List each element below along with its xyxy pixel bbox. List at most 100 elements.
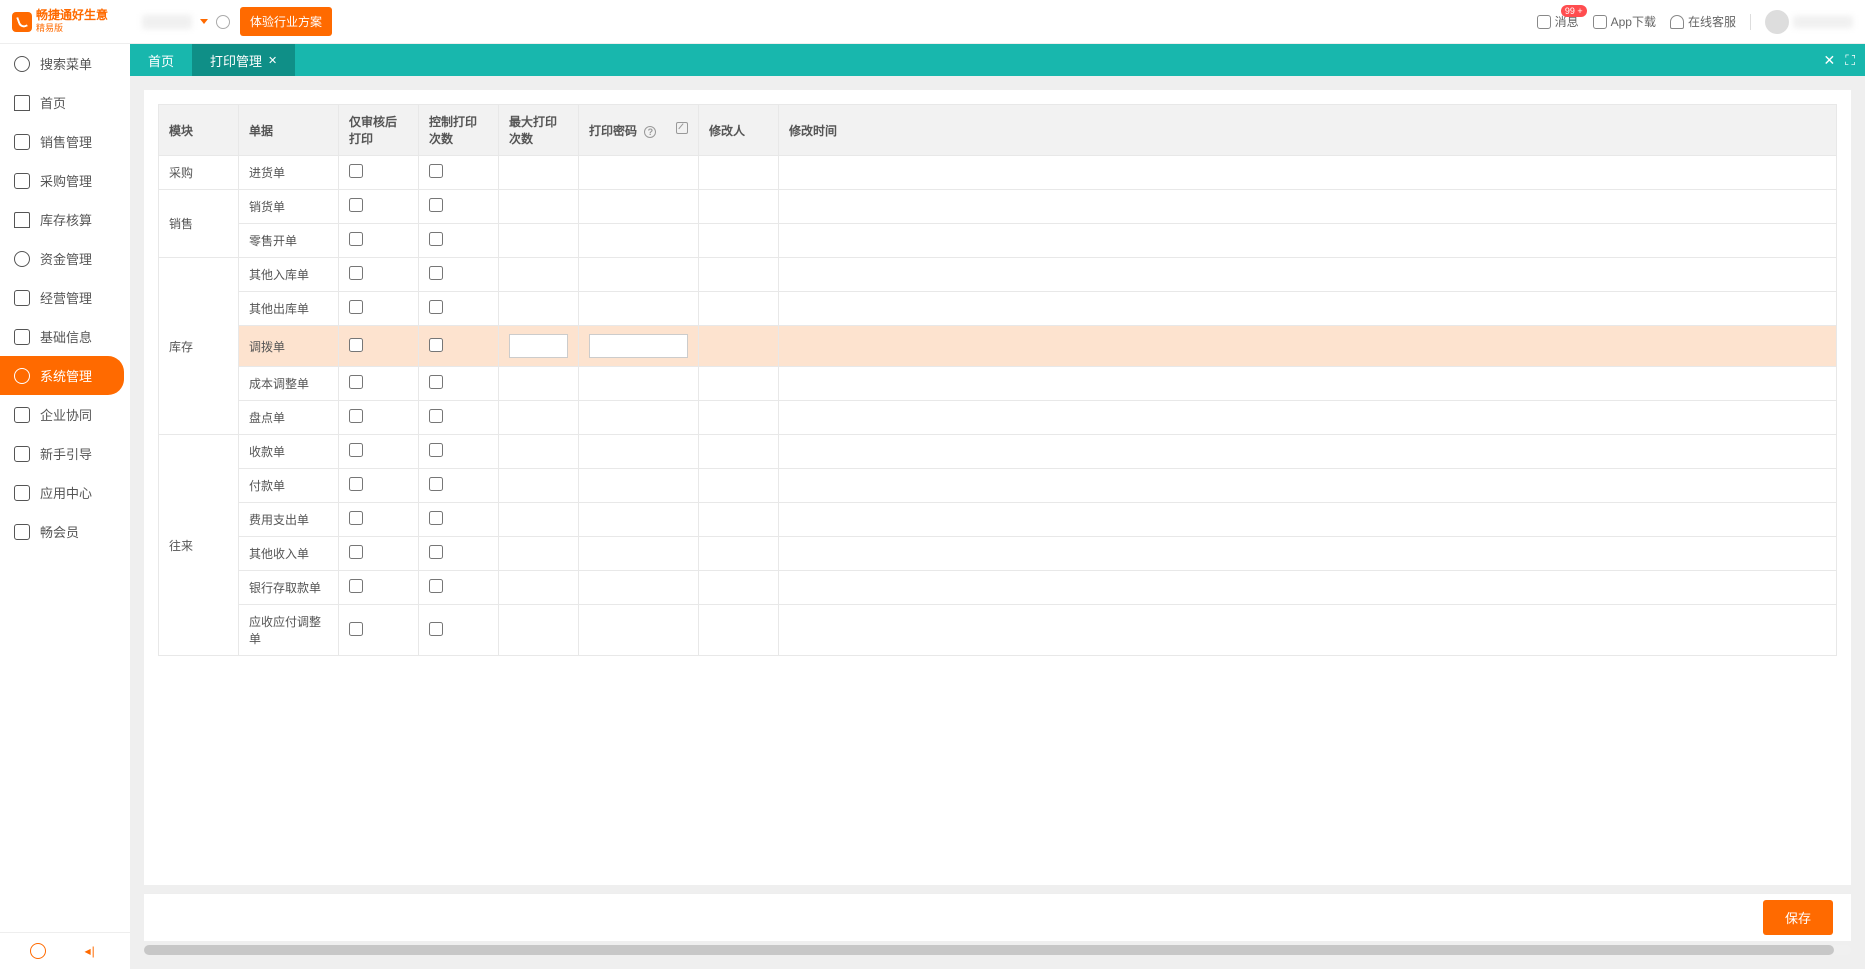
- logo[interactable]: 畅捷通好生意 精易版: [12, 9, 132, 34]
- control-count-checkbox[interactable]: [429, 579, 443, 593]
- online-service-button[interactable]: 在线客服: [1670, 13, 1736, 30]
- help-icon[interactable]: ?: [644, 126, 656, 138]
- control-count-checkbox[interactable]: [429, 232, 443, 246]
- cell-doc: 其他收入单: [239, 537, 339, 571]
- approved-only-checkbox[interactable]: [349, 198, 363, 212]
- app-download-label: App下载: [1611, 13, 1656, 30]
- cell-password: [579, 537, 699, 571]
- th-max-count: 最大打印次数: [499, 105, 579, 156]
- fullscreen-icon[interactable]: ⛶: [1845, 52, 1855, 69]
- separator: [1750, 14, 1751, 30]
- cell-modify-time: [779, 258, 1837, 292]
- cell-doc: 零售开单: [239, 224, 339, 258]
- sidebar-item-1[interactable]: 首页: [0, 83, 130, 122]
- sidebar-item-2[interactable]: 销售管理: [0, 122, 130, 161]
- control-count-checkbox[interactable]: [429, 164, 443, 178]
- control-count-checkbox[interactable]: [429, 198, 443, 212]
- control-count-checkbox[interactable]: [429, 443, 443, 457]
- control-count-checkbox[interactable]: [429, 375, 443, 389]
- user-name: [1793, 16, 1853, 28]
- sidebar-item-6[interactable]: 经营管理: [0, 278, 130, 317]
- sidebar-item-5[interactable]: 资金管理: [0, 239, 130, 278]
- approved-only-checkbox[interactable]: [349, 266, 363, 280]
- tab-1[interactable]: 打印管理✕: [192, 44, 295, 76]
- approved-only-checkbox[interactable]: [349, 375, 363, 389]
- cell-modify-time: [779, 326, 1837, 367]
- control-count-checkbox[interactable]: [429, 409, 443, 423]
- cell-max-count: [499, 258, 579, 292]
- control-count-checkbox[interactable]: [429, 511, 443, 525]
- cell-password: [579, 258, 699, 292]
- table-row: 库存其他入库单: [159, 258, 1837, 292]
- cell-modify-time: [779, 292, 1837, 326]
- approved-only-checkbox[interactable]: [349, 511, 363, 525]
- approved-only-checkbox[interactable]: [349, 232, 363, 246]
- sidebar-item-4[interactable]: 库存核算: [0, 200, 130, 239]
- control-count-checkbox[interactable]: [429, 266, 443, 280]
- cell-doc: 成本调整单: [239, 367, 339, 401]
- approved-only-checkbox[interactable]: [349, 579, 363, 593]
- max-count-input[interactable]: [509, 334, 568, 358]
- control-count-checkbox[interactable]: [429, 622, 443, 636]
- user-menu[interactable]: [1765, 10, 1853, 34]
- password-input[interactable]: [589, 334, 688, 358]
- messages-badge: 99 +: [1561, 5, 1587, 17]
- edit-icon[interactable]: [676, 122, 688, 134]
- sidebar-item-label: 资金管理: [40, 249, 92, 268]
- cell-doc: 销货单: [239, 190, 339, 224]
- cell-max-count: [499, 503, 579, 537]
- horizontal-scrollbar[interactable]: [144, 945, 1851, 955]
- close-icon[interactable]: ✕: [268, 54, 277, 67]
- cell-approved-only: [339, 258, 419, 292]
- control-count-checkbox[interactable]: [429, 338, 443, 352]
- approved-only-checkbox[interactable]: [349, 477, 363, 491]
- industry-plan-button[interactable]: 体验行业方案: [240, 7, 332, 36]
- sidebar-item-7[interactable]: 基础信息: [0, 317, 130, 356]
- sidebar-item-label: 系统管理: [40, 366, 92, 385]
- cell-approved-only: [339, 401, 419, 435]
- cell-modifier: [699, 503, 779, 537]
- collapse-sidebar-icon[interactable]: [85, 943, 101, 959]
- cell-approved-only: [339, 367, 419, 401]
- cell-modifier: [699, 292, 779, 326]
- app-download-button[interactable]: App下载: [1593, 13, 1656, 30]
- settings-icon[interactable]: [30, 943, 46, 959]
- control-count-checkbox[interactable]: [429, 477, 443, 491]
- cell-password: [579, 292, 699, 326]
- approved-only-checkbox[interactable]: [349, 443, 363, 457]
- table-row: 银行存取款单: [159, 571, 1837, 605]
- close-all-tabs-icon[interactable]: ✕: [1823, 52, 1835, 69]
- approved-only-checkbox[interactable]: [349, 164, 363, 178]
- gear-icon[interactable]: [216, 15, 230, 29]
- cell-password: [579, 156, 699, 190]
- control-count-checkbox[interactable]: [429, 545, 443, 559]
- sidebar-item-0[interactable]: 搜索菜单: [0, 44, 130, 83]
- cell-control-count: [419, 605, 499, 656]
- messages-button[interactable]: 消息 99 +: [1537, 13, 1579, 30]
- cell-max-count: [499, 401, 579, 435]
- tab-0[interactable]: 首页: [130, 44, 192, 76]
- sidebar-item-9[interactable]: 企业协同: [0, 395, 130, 434]
- sidebar-item-3[interactable]: 采购管理: [0, 161, 130, 200]
- main: 首页打印管理✕ ✕ ⛶ 模块 单据 仅审核后打印 控制打印次数 最大打印次数: [130, 44, 1865, 969]
- approved-only-checkbox[interactable]: [349, 300, 363, 314]
- sidebar-footer: [0, 932, 130, 969]
- save-button[interactable]: 保存: [1763, 900, 1833, 935]
- sidebar-item-12[interactable]: 畅会员: [0, 512, 130, 551]
- control-count-checkbox[interactable]: [429, 300, 443, 314]
- tenant-selector[interactable]: [142, 15, 230, 29]
- sidebar-item-10[interactable]: 新手引导: [0, 434, 130, 473]
- sidebar-item-8[interactable]: 系统管理: [0, 356, 124, 395]
- cell-password: [579, 224, 699, 258]
- scrollbar-thumb[interactable]: [144, 945, 1834, 955]
- approved-only-checkbox[interactable]: [349, 545, 363, 559]
- cell-modifier: [699, 605, 779, 656]
- approved-only-checkbox[interactable]: [349, 409, 363, 423]
- tenant-name: [142, 15, 192, 29]
- cell-max-count: [499, 326, 579, 367]
- approved-only-checkbox[interactable]: [349, 622, 363, 636]
- sidebar-item-icon: [14, 56, 30, 72]
- topbar: 畅捷通好生意 精易版 体验行业方案 消息 99 + App下载 在线客服: [0, 0, 1865, 44]
- sidebar-item-11[interactable]: 应用中心: [0, 473, 130, 512]
- approved-only-checkbox[interactable]: [349, 338, 363, 352]
